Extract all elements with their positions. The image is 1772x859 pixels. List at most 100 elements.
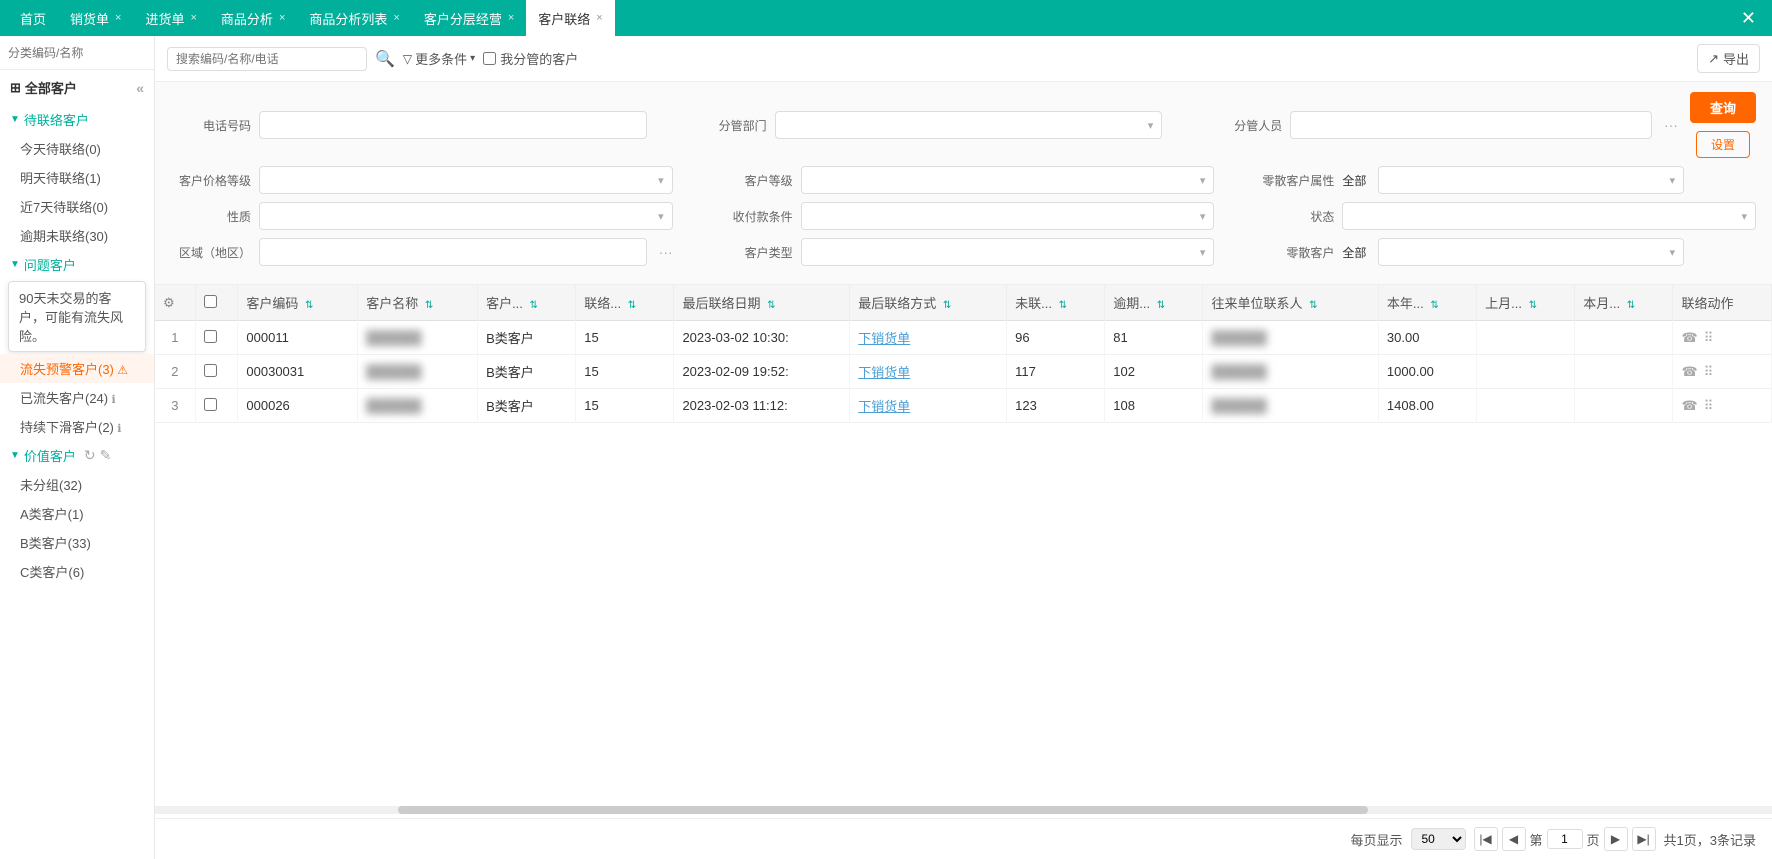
row-name-blurred: ██████ [366, 398, 421, 413]
filter-customer-level-field: 客户等级 ▾ [713, 166, 1215, 194]
page-size-select[interactable]: 50 100 200 [1411, 828, 1466, 850]
col-last-date: 最后联络日期 ⇅ [674, 285, 850, 321]
sidebar-item-churn-warning[interactable]: 流失预警客户(3) ⚠ [0, 354, 154, 383]
phone-input[interactable] [259, 111, 647, 139]
sort-date-icon[interactable]: ⇅ [767, 300, 775, 311]
gender-select[interactable]: ▾ [259, 202, 673, 230]
sidebar-item-class-c[interactable]: C类客户(6) [0, 557, 154, 586]
search-button[interactable]: 🔍 [375, 49, 395, 69]
zero-attr-select[interactable]: ▾ [1378, 166, 1684, 194]
gear-icon[interactable]: ⚙ [163, 295, 175, 310]
tab-product-analysis-list[interactable]: 商品分析列表 × [297, 0, 411, 36]
customer-type-select[interactable]: ▾ [801, 238, 1215, 266]
sort-year-icon[interactable]: ⇅ [1430, 300, 1438, 311]
customer-level-select[interactable]: ▾ [801, 166, 1215, 194]
close-customer-segmentation-tab[interactable]: × [508, 12, 514, 24]
zero-customer-select[interactable]: ▾ [1378, 238, 1684, 266]
sidebar-item-class-b[interactable]: B类客户(33) [0, 528, 154, 557]
query-button[interactable]: 查询 [1690, 92, 1756, 123]
page-number-input[interactable] [1547, 829, 1583, 849]
edit-icon[interactable]: ✎ [100, 447, 112, 464]
sidebar-item-today-contact[interactable]: 今天待联络(0) [0, 134, 154, 163]
close-customer-contact-tab[interactable]: × [596, 12, 602, 24]
more-conditions-toggle[interactable]: ▽ 更多条件 ▾ [403, 49, 475, 68]
contact-action-icon[interactable]: ☎ [1681, 398, 1697, 414]
sort-code-icon[interactable]: ⇅ [305, 300, 313, 311]
col-no-contact: 未联... ⇅ [1007, 285, 1105, 321]
row-select-checkbox[interactable] [204, 364, 217, 377]
dept-select[interactable]: ▾ [775, 111, 1163, 139]
row-select-checkbox[interactable] [204, 398, 217, 411]
my-customers-checkbox[interactable] [483, 52, 496, 65]
sort-method-icon[interactable]: ⇅ [943, 300, 951, 311]
settings-button[interactable]: 设置 [1696, 131, 1750, 158]
region-input[interactable] [259, 238, 647, 266]
close-sales-order-tab[interactable]: × [115, 12, 121, 24]
person-ellipsis-btn[interactable]: ··· [1664, 117, 1678, 133]
next-page-button[interactable]: ▶ [1604, 827, 1628, 851]
last-page-button[interactable]: ▶| [1632, 827, 1656, 851]
tab-home[interactable]: 首页 [8, 0, 58, 36]
sidebar-group-pending-contact[interactable]: ▼ 待联络客户 [0, 105, 154, 134]
sidebar-item-7days-contact[interactable]: 近7天待联络(0) [0, 192, 154, 221]
row-action-icons: ☎ ⠿ [1673, 321, 1772, 355]
sort-thismonth-icon[interactable]: ⇅ [1627, 300, 1635, 311]
tab-purchase-order[interactable]: 进货单 × [133, 0, 208, 36]
horizontal-scrollbar[interactable] [155, 806, 1772, 814]
contact-action-icon[interactable]: ☎ [1681, 330, 1697, 346]
sort-person-icon[interactable]: ⇅ [1309, 300, 1317, 311]
sidebar-item-overdue-contact[interactable]: 逾期未联络(30) [0, 221, 154, 250]
first-page-button[interactable]: |◀ [1474, 827, 1498, 851]
person-input[interactable] [1290, 111, 1652, 139]
more-action-icon[interactable]: ⠿ [1704, 330, 1714, 346]
refresh-icon[interactable]: ↻ [84, 447, 96, 464]
row-select-checkbox[interactable] [204, 330, 217, 343]
sidebar-all-customers[interactable]: ⊞ 全部客户 « [0, 70, 154, 105]
sort-nocontact-icon[interactable]: ⇅ [1059, 300, 1067, 311]
status-select[interactable]: ▾ [1342, 202, 1756, 230]
close-purchase-order-tab[interactable]: × [190, 12, 196, 24]
close-product-analysis-list-tab[interactable]: × [393, 12, 399, 24]
sidebar-item-tomorrow-contact[interactable]: 明天待联络(1) [0, 163, 154, 192]
info-icon-2: ℹ [117, 423, 121, 435]
more-action-icon[interactable]: ⠿ [1704, 398, 1714, 414]
my-customers-checkbox-label[interactable]: 我分管的客户 [483, 49, 578, 68]
tab-sales-order[interactable]: 销货单 × [58, 0, 133, 36]
row-this-year: 30.00 [1378, 321, 1476, 355]
filter-row-1: 电话号码 分管部门 ▾ 分管人员 ··· [171, 92, 1756, 158]
last-method-link[interactable]: 下销货单 [858, 331, 910, 346]
last-method-link[interactable]: 下销货单 [858, 399, 910, 414]
contact-action-icon[interactable]: ☎ [1681, 364, 1697, 380]
price-level-select[interactable]: ▾ [259, 166, 673, 194]
col-name: 客户名称 ⇅ [358, 285, 478, 321]
select-all-checkbox[interactable] [204, 295, 217, 308]
sidebar-item-declining[interactable]: 持续下滑客户(2) ℹ [0, 412, 154, 441]
sidebar-item-class-a[interactable]: A类客户(1) [0, 499, 154, 528]
sidebar-search-input[interactable] [8, 46, 155, 60]
sort-overdue-icon[interactable]: ⇅ [1157, 300, 1165, 311]
filter-dept-field: 分管部门 ▾ [687, 111, 1163, 139]
prev-page-button[interactable]: ◀ [1502, 827, 1526, 851]
search-input[interactable] [167, 47, 367, 71]
sort-contact-icon[interactable]: ⇅ [628, 300, 636, 311]
tab-product-analysis[interactable]: 商品分析 × [209, 0, 297, 36]
sort-type-icon[interactable]: ⇅ [530, 300, 538, 311]
more-action-icon[interactable]: ⠿ [1704, 364, 1714, 380]
region-ellipsis-btn[interactable]: ··· [659, 244, 673, 260]
window-close-button[interactable]: ✕ [1733, 8, 1764, 29]
payment-select[interactable]: ▾ [801, 202, 1215, 230]
scrollbar-thumb[interactable] [398, 806, 1368, 814]
tab-customer-segmentation[interactable]: 客户分层经营 × [412, 0, 526, 36]
sidebar-group-value-customers[interactable]: ▼ 价值客户 ↻ ✎ [0, 441, 154, 470]
export-button[interactable]: ↗ 导出 [1697, 44, 1760, 73]
sidebar-group-problem-customers[interactable]: ▼ 问题客户 [0, 250, 154, 279]
sidebar-item-already-churned[interactable]: 已流失客户(24) ℹ [0, 383, 154, 412]
sort-lastmonth-icon[interactable]: ⇅ [1529, 300, 1537, 311]
last-method-link[interactable]: 下销货单 [858, 365, 910, 380]
close-product-analysis-tab[interactable]: × [279, 12, 285, 24]
collapse-sidebar-icon[interactable]: « [136, 80, 144, 96]
row-contact-count: 15 [576, 355, 674, 389]
tab-customer-contact[interactable]: 客户联络 × [526, 0, 614, 36]
sidebar-item-unclassified[interactable]: 未分组(32) [0, 470, 154, 499]
sort-name-icon[interactable]: ⇅ [425, 300, 433, 311]
